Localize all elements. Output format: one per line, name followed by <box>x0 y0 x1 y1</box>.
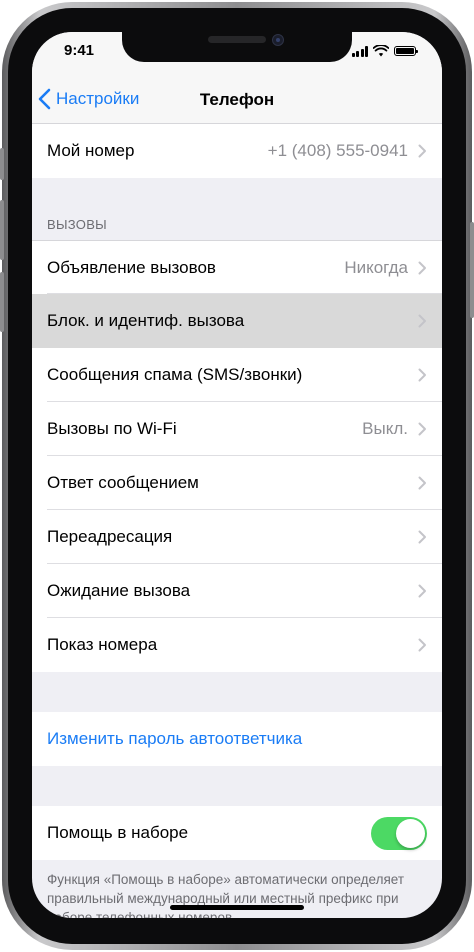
row-label: Блок. и идентиф. вызова <box>47 311 245 330</box>
dial-assist-toggle[interactable] <box>371 816 427 850</box>
respond-with-text-row[interactable]: Ответ сообщением <box>32 456 442 510</box>
chevron-right-icon <box>418 368 426 382</box>
my-number-label: Мой номер <box>47 141 135 160</box>
notch <box>122 32 352 62</box>
chevron-right-icon <box>418 261 426 274</box>
silent-switch <box>0 148 4 180</box>
page-title: Телефон <box>199 90 275 109</box>
wifi-icon <box>373 45 389 57</box>
status-icons <box>351 45 418 57</box>
row-value: Выкл. <box>362 419 408 438</box>
dial-assist-row: Помощь в наборе <box>32 806 442 860</box>
calls-section-gap: ВЫЗОВЫ <box>32 178 442 240</box>
announce-calls-row[interactable]: Объявление вызовов Никогда <box>32 240 442 294</box>
dial-assist-label: Помощь в наборе <box>47 823 189 842</box>
call-waiting-row[interactable]: Ожидание вызова <box>32 564 442 618</box>
my-number-row[interactable]: Мой номер +1 (408) 555-0941 <box>32 124 442 178</box>
battery-icon <box>394 46 418 56</box>
row-label: Ожидание вызова <box>47 581 191 600</box>
home-indicator <box>170 905 304 910</box>
volume-down-button <box>0 272 4 332</box>
change-voicemail-password-row[interactable]: Изменить пароль автоответчика <box>32 712 442 766</box>
settings-list: Мой номер +1 (408) 555-0941 ВЫЗОВЫ Объяв… <box>32 124 442 918</box>
show-caller-id-row[interactable]: Показ номера <box>32 618 442 672</box>
row-label: Показ номера <box>47 635 158 654</box>
chevron-right-icon <box>418 530 426 544</box>
spam-messages-row[interactable]: Сообщения спама (SMS/звонки) <box>32 348 442 402</box>
volume-up-button <box>0 200 4 260</box>
wifi-calling-row[interactable]: Вызовы по Wi-Fi Выкл. <box>32 402 442 456</box>
chevron-right-icon <box>418 584 426 598</box>
row-value: Никогда <box>344 257 408 277</box>
my-number-value: +1 (408) 555-0941 <box>267 141 408 160</box>
chevron-right-icon <box>418 144 426 158</box>
call-forwarding-row[interactable]: Переадресация <box>32 510 442 564</box>
toggle-knob <box>396 818 425 848</box>
navigation-bar: Настройки Телефон <box>32 76 442 124</box>
chevron-right-icon <box>418 314 426 328</box>
speaker-grille <box>208 36 266 43</box>
chevron-right-icon <box>418 638 426 652</box>
front-camera <box>272 34 284 46</box>
call-blocking-row[interactable]: Блок. и идентиф. вызова <box>32 294 442 348</box>
row-label: Вызовы по Wi-Fi <box>47 419 177 438</box>
row-label: Объявление вызовов <box>47 257 216 277</box>
section-header-calls: ВЫЗОВЫ <box>47 217 107 232</box>
chevron-right-icon <box>418 476 426 490</box>
chevron-right-icon <box>418 422 426 436</box>
row-label: Переадресация <box>47 527 173 546</box>
row-label: Сообщения спама (SMS/звонки) <box>47 365 303 384</box>
change-voicemail-password-link[interactable]: Изменить пароль автоответчика <box>47 729 302 749</box>
status-time: 9:41 <box>64 42 95 59</box>
power-button <box>470 222 474 318</box>
screen: 9:41 Настройки Телефон Мой номер +1 (408… <box>32 32 442 918</box>
cellular-signal-icon <box>351 45 368 57</box>
row-label: Ответ сообщением <box>47 473 199 492</box>
